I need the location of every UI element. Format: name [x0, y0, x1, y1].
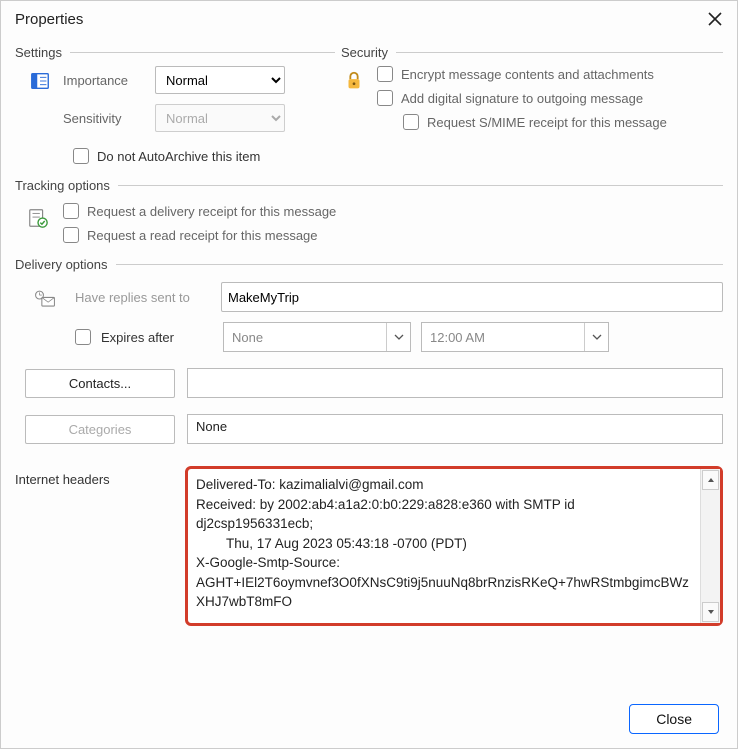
scroll-down-icon[interactable]: [702, 602, 719, 622]
security-header: Security: [341, 45, 723, 60]
delivery-receipt-checkbox[interactable]: [63, 203, 79, 219]
settings-header-label: Settings: [15, 45, 62, 60]
expires-time-combo[interactable]: 12:00 AM: [421, 322, 609, 352]
chevron-down-icon[interactable]: [584, 323, 608, 351]
expires-time-value: 12:00 AM: [422, 330, 584, 345]
read-receipt-checkbox[interactable]: [63, 227, 79, 243]
delivery-icon: [25, 284, 65, 310]
expires-label: Expires after: [101, 330, 213, 345]
tracking-header-label: Tracking options: [15, 178, 110, 193]
smime-label: Request S/MIME receipt for this message: [427, 115, 667, 130]
contacts-field[interactable]: [187, 368, 723, 398]
expires-date-value: None: [224, 330, 386, 345]
autoarchive-checkbox[interactable]: [73, 148, 89, 164]
internet-headers-box: Delivered-To: kazimalialvi@gmail.com Rec…: [185, 466, 723, 626]
importance-label: Importance: [63, 73, 147, 88]
importance-select[interactable]: Normal: [155, 66, 285, 94]
read-receipt-label: Request a read receipt for this message: [87, 228, 318, 243]
dialog-title: Properties: [15, 11, 83, 28]
contacts-button[interactable]: Contacts...: [25, 369, 175, 398]
delivery-header: Delivery options: [15, 257, 723, 272]
delivery-receipt-label: Request a delivery receipt for this mess…: [87, 204, 336, 219]
tracking-header: Tracking options: [15, 178, 723, 193]
categories-button: Categories: [25, 415, 175, 444]
smime-checkbox[interactable]: [403, 114, 419, 130]
sensitivity-select: Normal: [155, 104, 285, 132]
expires-checkbox[interactable]: [75, 329, 91, 345]
autoarchive-label: Do not AutoArchive this item: [97, 149, 260, 164]
internet-headers-text[interactable]: Delivered-To: kazimalialvi@gmail.com Rec…: [188, 469, 700, 623]
signature-label: Add digital signature to outgoing messag…: [401, 91, 643, 106]
settings-header: Settings: [15, 45, 335, 60]
replies-input[interactable]: [221, 282, 723, 312]
encrypt-label: Encrypt message contents and attachments: [401, 67, 654, 82]
sensitivity-label: Sensitivity: [63, 111, 147, 126]
internet-headers-label: Internet headers: [15, 466, 175, 487]
properties-dialog: Properties Settings Importance: [0, 0, 738, 749]
chevron-down-icon[interactable]: [386, 323, 410, 351]
titlebar: Properties: [1, 1, 737, 33]
scroll-track[interactable]: [701, 491, 720, 601]
signature-checkbox[interactable]: [377, 90, 393, 106]
categories-field[interactable]: None: [187, 414, 723, 444]
close-button[interactable]: Close: [629, 704, 719, 734]
properties-icon: [27, 66, 53, 92]
scroll-up-icon[interactable]: [702, 470, 719, 490]
scrollbar[interactable]: [700, 469, 720, 623]
encrypt-checkbox[interactable]: [377, 66, 393, 82]
lock-icon: [341, 66, 367, 92]
tracking-icon: [25, 203, 51, 229]
categories-value: None: [196, 419, 227, 434]
security-header-label: Security: [341, 45, 388, 60]
delivery-header-label: Delivery options: [15, 257, 108, 272]
expires-date-combo[interactable]: None: [223, 322, 411, 352]
close-icon[interactable]: [705, 9, 725, 29]
replies-label: Have replies sent to: [75, 290, 211, 305]
